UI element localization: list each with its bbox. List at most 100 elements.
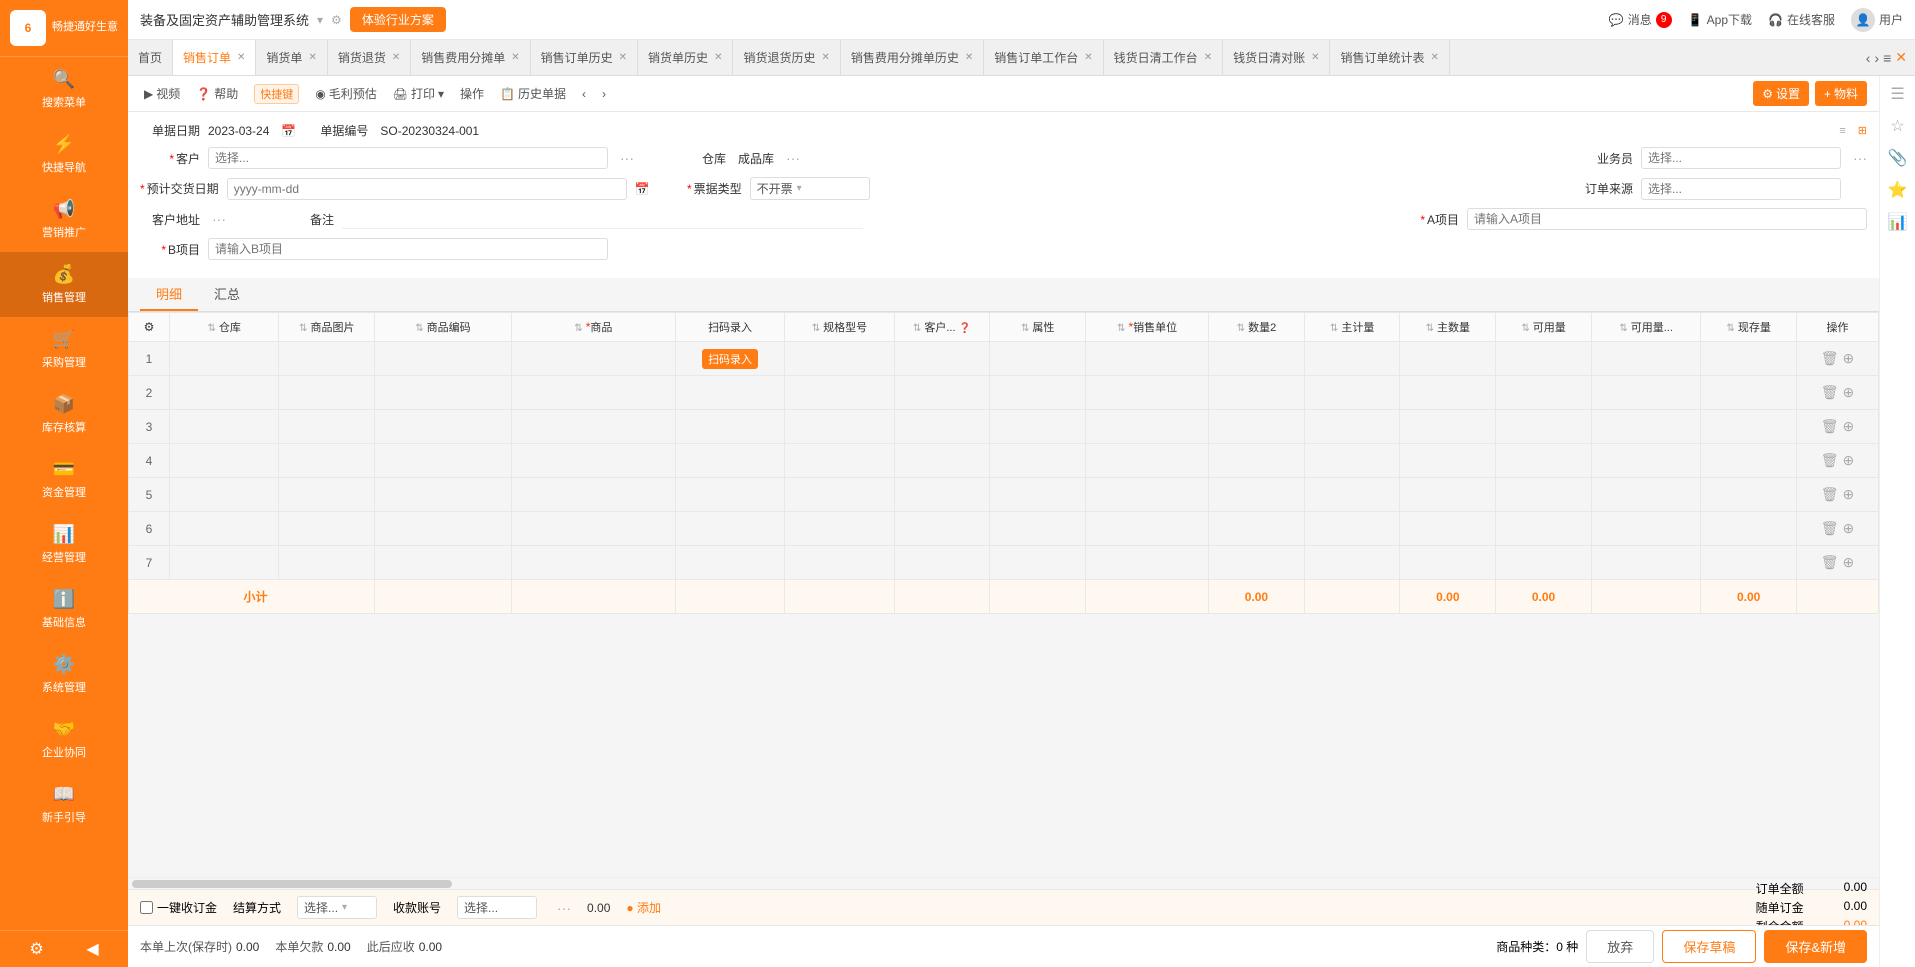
row-5-scan[interactable] xyxy=(675,478,784,512)
toolbar-help[interactable]: ❓ 帮助 xyxy=(192,83,242,104)
row-6-customer-code[interactable] xyxy=(894,512,990,546)
row-3-scan[interactable] xyxy=(675,410,784,444)
row-1-avail-qty[interactable] xyxy=(1496,342,1592,376)
tab-sales-return-close[interactable]: ✕ xyxy=(392,52,400,63)
tab-return-history[interactable]: 销货退货历史 ✕ xyxy=(733,40,840,76)
tab-sales-expense-close[interactable]: ✕ xyxy=(511,52,519,63)
tab-order-history-close[interactable]: ✕ xyxy=(619,52,627,63)
row-5-image[interactable] xyxy=(279,478,375,512)
row-2-avail-qty[interactable] xyxy=(1496,376,1592,410)
tab-sales-goods[interactable]: 销货单 ✕ xyxy=(256,40,327,76)
copy-icon-4[interactable]: ⊕ xyxy=(1843,452,1855,469)
row-6-code[interactable] xyxy=(375,512,512,546)
row-3-stock[interactable] xyxy=(1701,410,1797,444)
add-payment-btn[interactable]: ● 添加 xyxy=(626,899,661,916)
row-5-avail-qty2[interactable] xyxy=(1591,478,1700,512)
tab-home[interactable]: 首页 xyxy=(128,40,173,76)
tab-expense-history-close[interactable]: ✕ xyxy=(965,52,973,63)
right-panel-btn-5[interactable]: 📊 xyxy=(1888,212,1908,232)
delete-icon-1[interactable]: 🗑 xyxy=(1821,350,1839,367)
row-5-warehouse[interactable] xyxy=(170,478,279,512)
row-3-product[interactable] xyxy=(511,410,675,444)
tab-sales-expense[interactable]: 销售费用分摊单 ✕ xyxy=(411,40,530,76)
payment-method-dropdown[interactable]: 选择... ▾ xyxy=(297,896,377,919)
row-6-main-unit[interactable] xyxy=(1304,512,1400,546)
row-4-warehouse[interactable] xyxy=(170,444,279,478)
toolbar-nav-prev[interactable]: ‹ xyxy=(578,85,590,103)
tab-order-workbench[interactable]: 销售订单工作台 ✕ xyxy=(984,40,1103,76)
row-4-avail-qty2[interactable] xyxy=(1591,444,1700,478)
sidebar-item-guide[interactable]: 📖 新手引导 xyxy=(0,772,128,837)
sidebar-item-operations[interactable]: 📊 经营管理 xyxy=(0,512,128,577)
toolbar-operate[interactable]: 操作 xyxy=(456,83,488,104)
row-5-main-qty[interactable] xyxy=(1400,478,1496,512)
delete-icon-2[interactable]: 🗑 xyxy=(1821,384,1839,401)
save-new-btn[interactable]: 保存&新增 xyxy=(1764,930,1867,963)
row-3-code[interactable] xyxy=(375,410,512,444)
tab-return-history-close[interactable]: ✕ xyxy=(821,52,829,63)
row-2-spec[interactable] xyxy=(785,376,894,410)
toolbar-nav-next[interactable]: › xyxy=(598,85,610,103)
row-4-main-qty[interactable] xyxy=(1400,444,1496,478)
row-2-stock[interactable] xyxy=(1701,376,1797,410)
tab-prev-btn[interactable]: ‹ xyxy=(1866,50,1871,66)
user-item[interactable]: 👤 用户 xyxy=(1851,8,1903,32)
tab-more-btn[interactable]: ≡ xyxy=(1883,50,1891,66)
tab-sales-order-close[interactable]: ✕ xyxy=(237,52,245,63)
system-settings-icon[interactable]: ⚙ xyxy=(331,13,342,27)
row-1-stock[interactable] xyxy=(1701,342,1797,376)
row-2-customer-code[interactable] xyxy=(894,376,990,410)
delete-icon-7[interactable]: 🗑 xyxy=(1821,554,1839,571)
save-draft-btn[interactable]: 保存草稿 xyxy=(1662,930,1756,963)
sidebar-item-basic-info[interactable]: ℹ️ 基础信息 xyxy=(0,577,128,642)
settings-btn[interactable]: ⚙ 设置 xyxy=(1753,81,1809,106)
tab-order-workbench-close[interactable]: ✕ xyxy=(1084,52,1092,63)
tab-cash-workbench[interactable]: 钱货日清工作台 ✕ xyxy=(1104,40,1223,76)
row-7-main-qty[interactable] xyxy=(1400,546,1496,580)
delete-icon-4[interactable]: 🗑 xyxy=(1821,452,1839,469)
view-mode-grid[interactable]: ⊞ xyxy=(1858,124,1867,137)
scroll-thumb[interactable] xyxy=(132,880,452,888)
row-7-stock[interactable] xyxy=(1701,546,1797,580)
row-4-code[interactable] xyxy=(375,444,512,478)
row-6-scan[interactable] xyxy=(675,512,784,546)
tab-goods-history-close[interactable]: ✕ xyxy=(714,52,722,63)
row-5-product[interactable] xyxy=(511,478,675,512)
scroll-bar[interactable] xyxy=(128,877,1879,889)
col-settings-icon[interactable]: ⚙ xyxy=(144,320,155,334)
view-mode-list[interactable]: ≡ xyxy=(1839,125,1845,137)
tab-stats-close[interactable]: ✕ xyxy=(1431,52,1439,63)
tab-sales-goods-close[interactable]: ✕ xyxy=(308,52,316,63)
tab-detail[interactable]: 明细 xyxy=(140,278,198,311)
row-5-main-unit[interactable] xyxy=(1304,478,1400,512)
row-1-attrs[interactable] xyxy=(990,342,1086,376)
row-6-unit[interactable] xyxy=(1086,512,1209,546)
row-1-product[interactable] xyxy=(511,342,675,376)
account-dropdown[interactable]: 选择... xyxy=(457,896,537,919)
tab-sales-return[interactable]: 销货退货 ✕ xyxy=(328,40,411,76)
row-6-avail-qty2[interactable] xyxy=(1591,512,1700,546)
customer-input[interactable] xyxy=(208,147,608,169)
copy-icon-2[interactable]: ⊕ xyxy=(1843,384,1855,401)
row-7-unit[interactable] xyxy=(1086,546,1209,580)
app-download-item[interactable]: 📱 App下载 xyxy=(1688,11,1752,28)
salesperson-dots[interactable]: ··· xyxy=(1853,150,1867,166)
toolbar-history[interactable]: 📋 历史单据 xyxy=(496,83,570,104)
account-dots[interactable]: ··· xyxy=(557,900,571,916)
address-dots[interactable]: ··· xyxy=(212,211,226,227)
row-7-main-unit[interactable] xyxy=(1304,546,1400,580)
row-4-qty2[interactable] xyxy=(1209,444,1305,478)
row-6-product[interactable] xyxy=(511,512,675,546)
right-panel-btn-4[interactable]: ⭐ xyxy=(1888,180,1908,200)
row-1-main-qty[interactable] xyxy=(1400,342,1496,376)
toolbar-print[interactable]: 🖨 打印 ▾ xyxy=(389,83,448,104)
row-3-spec[interactable] xyxy=(785,410,894,444)
salesperson-input[interactable] xyxy=(1641,147,1841,169)
calendar-icon[interactable]: 📅 xyxy=(281,124,296,138)
row-7-product[interactable] xyxy=(511,546,675,580)
row-2-scan[interactable] xyxy=(675,376,784,410)
row-2-product[interactable] xyxy=(511,376,675,410)
tab-cash-reconcile[interactable]: 钱货日清对账 ✕ xyxy=(1223,40,1330,76)
row-3-attrs[interactable] xyxy=(990,410,1086,444)
sidebar-item-quick[interactable]: ⚡ 快捷导航 xyxy=(0,122,128,187)
